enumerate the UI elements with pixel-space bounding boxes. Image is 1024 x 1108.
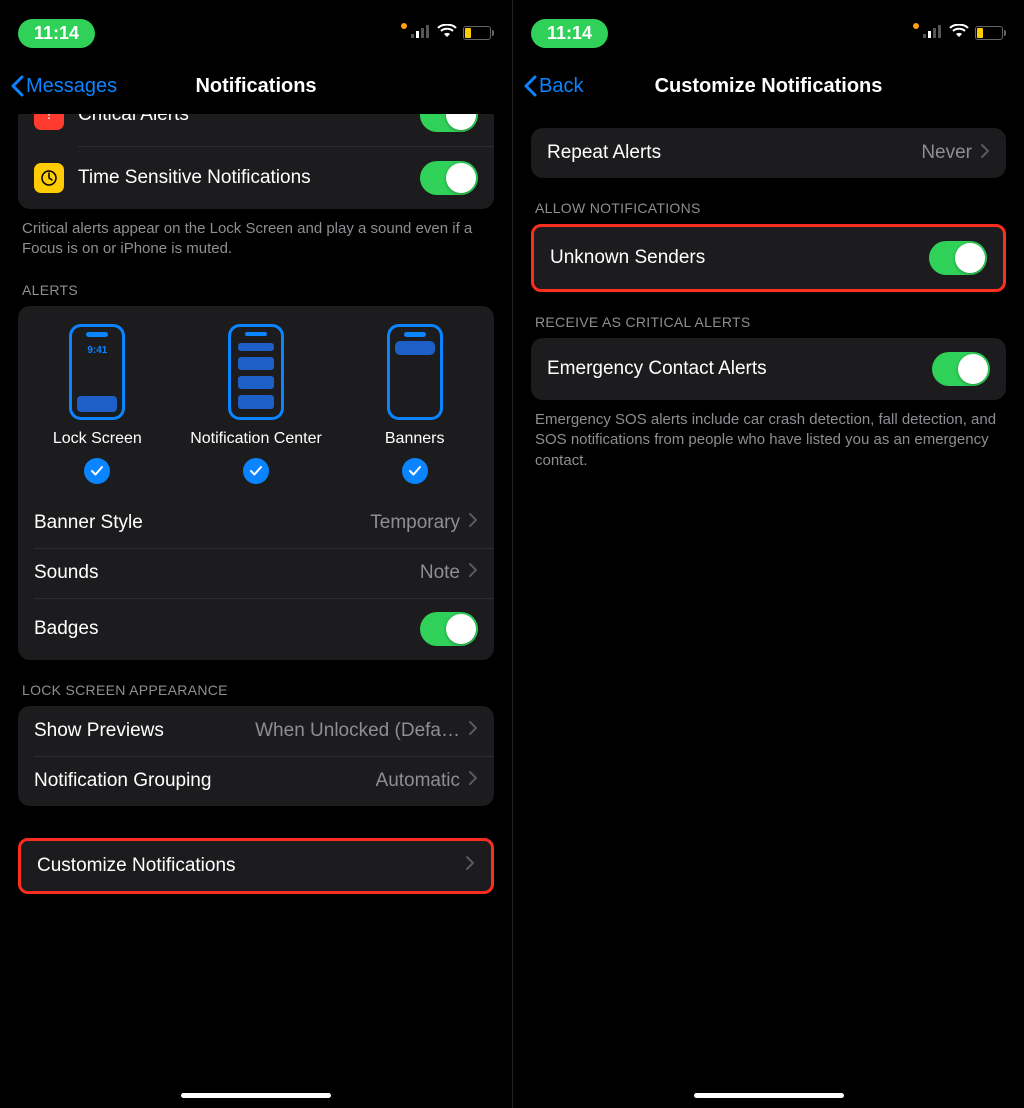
lock-screen-option[interactable]: 9:41 Lock Screen xyxy=(18,324,177,484)
right-phone: 11:14 18 Back Customize Notifications Re… xyxy=(512,0,1024,1108)
battery-icon: 18 xyxy=(463,26,494,40)
clock-icon xyxy=(34,163,64,193)
back-label: Messages xyxy=(26,75,117,98)
check-icon xyxy=(402,458,428,484)
chevron-left-icon xyxy=(523,75,537,97)
recording-indicator-icon xyxy=(401,23,407,29)
nav-bar: Messages Notifications xyxy=(0,58,512,114)
home-indicator[interactable] xyxy=(694,1093,844,1098)
notification-center-icon xyxy=(228,324,284,420)
wifi-icon xyxy=(949,24,969,43)
sounds-row[interactable]: Sounds Note xyxy=(18,548,494,598)
lock-screen-icon: 9:41 xyxy=(69,324,125,420)
nav-bar: Back Customize Notifications xyxy=(513,58,1024,114)
time-sensitive-label: Time Sensitive Notifications xyxy=(78,167,420,189)
page-title: Customize Notifications xyxy=(513,75,1024,98)
status-time: 11:14 xyxy=(531,19,608,48)
chevron-right-icon xyxy=(468,770,478,791)
badges-row[interactable]: Badges xyxy=(18,598,494,660)
critical-alerts-toggle[interactable] xyxy=(420,114,478,132)
wifi-icon xyxy=(437,24,457,43)
show-previews-row[interactable]: Show Previews When Unlocked (Defa… xyxy=(18,706,494,756)
emergency-alerts-row[interactable]: Emergency Contact Alerts xyxy=(531,338,1006,400)
chevron-left-icon xyxy=(10,75,24,97)
banners-option[interactable]: Banners xyxy=(335,324,494,484)
emergency-footer: Emergency SOS alerts include car crash d… xyxy=(535,410,1002,471)
lock-screen-header: LOCK SCREEN APPEARANCE xyxy=(22,682,490,698)
signal-icon xyxy=(411,24,431,43)
critical-header: RECEIVE AS CRITICAL ALERTS xyxy=(535,314,1002,330)
chevron-right-icon xyxy=(468,512,478,533)
customize-notifications-row[interactable]: Customize Notifications xyxy=(21,841,491,891)
alerts-grid: 9:41 Lock Screen Notification Center xyxy=(18,306,494,498)
time-sensitive-toggle[interactable] xyxy=(420,161,478,195)
chevron-right-icon xyxy=(465,855,475,876)
check-icon xyxy=(243,458,269,484)
battery-icon: 18 xyxy=(975,26,1006,40)
notification-grouping-row[interactable]: Notification Grouping Automatic xyxy=(18,756,494,806)
allow-header: ALLOW NOTIFICATIONS xyxy=(535,200,1002,216)
repeat-alerts-row[interactable]: Repeat Alerts Never xyxy=(531,128,1006,178)
banners-icon xyxy=(387,324,443,420)
chevron-right-icon xyxy=(468,562,478,583)
back-button[interactable]: Back xyxy=(523,75,583,98)
left-phone: 11:14 18 Messages Notifications ! Critic… xyxy=(0,0,512,1108)
back-button[interactable]: Messages xyxy=(10,75,117,98)
home-indicator[interactable] xyxy=(181,1093,331,1098)
back-label: Back xyxy=(539,75,583,98)
megaphone-icon: ! xyxy=(34,114,64,130)
time-sensitive-row[interactable]: Time Sensitive Notifications xyxy=(18,147,494,209)
signal-icon xyxy=(923,24,943,43)
critical-footer: Critical alerts appear on the Lock Scree… xyxy=(22,219,490,260)
status-time: 11:14 xyxy=(18,19,95,48)
check-icon xyxy=(84,458,110,484)
unknown-senders-toggle[interactable] xyxy=(929,241,987,275)
chevron-right-icon xyxy=(980,143,990,164)
chevron-right-icon xyxy=(468,720,478,741)
banner-style-row[interactable]: Banner Style Temporary xyxy=(18,498,494,548)
status-bar: 11:14 18 xyxy=(513,8,1024,58)
unknown-senders-row[interactable]: Unknown Senders xyxy=(534,227,1003,289)
emergency-alerts-toggle[interactable] xyxy=(932,352,990,386)
notification-center-option[interactable]: Notification Center xyxy=(177,324,336,484)
recording-indicator-icon xyxy=(913,23,919,29)
critical-alerts-row[interactable]: ! Critical Alerts xyxy=(18,114,494,146)
critical-alerts-label: Critical Alerts xyxy=(78,114,420,126)
status-bar: 11:14 18 xyxy=(0,8,512,58)
alerts-header: ALERTS xyxy=(22,282,490,298)
badges-toggle[interactable] xyxy=(420,612,478,646)
